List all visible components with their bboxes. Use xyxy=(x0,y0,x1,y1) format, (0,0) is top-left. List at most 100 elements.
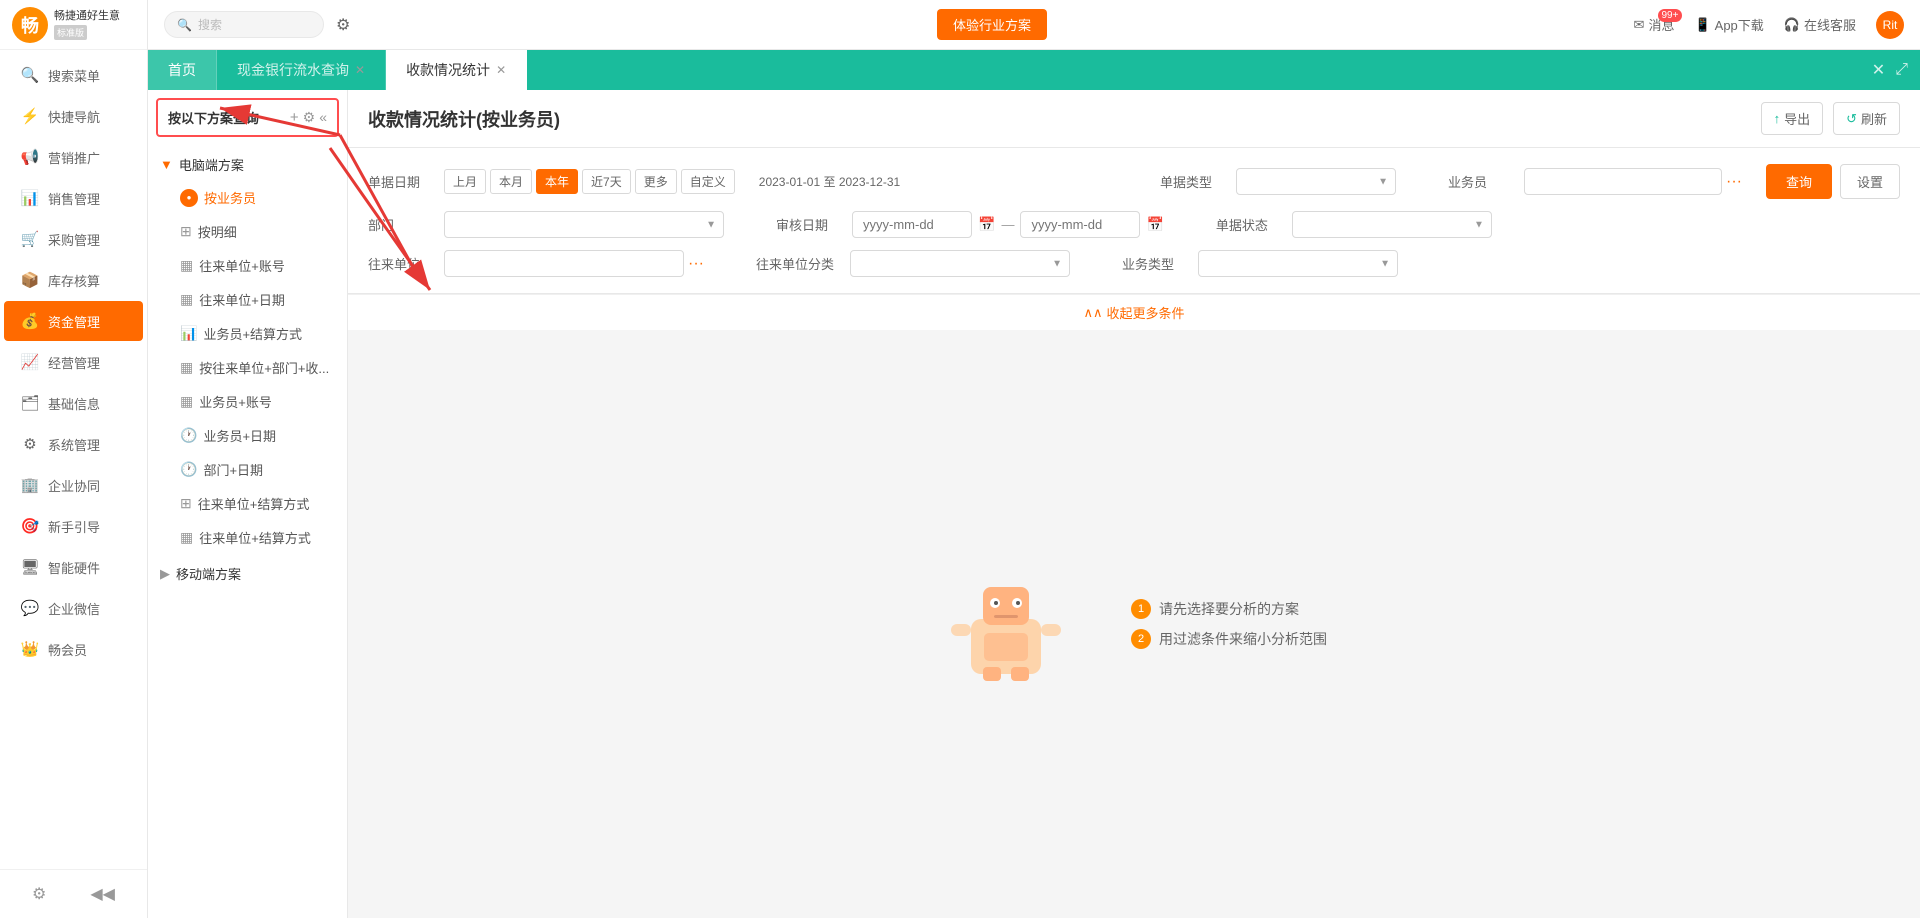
tab-close-btn[interactable]: ✕ xyxy=(1872,60,1885,80)
panel-add-btn[interactable]: + xyxy=(290,109,299,126)
tab-home[interactable]: 首页 xyxy=(148,50,217,90)
tip-item-2: 2 用过滤条件来缩小分析范围 xyxy=(1131,629,1327,649)
sidebar-settings-btn[interactable]: ⚙ xyxy=(28,880,50,908)
counterpart-class-select[interactable] xyxy=(850,250,1070,277)
panel-collapse-btn[interactable]: « xyxy=(319,109,327,126)
salesperson-settlement-icon: 📊 xyxy=(180,325,197,342)
tree-category-label: 电脑端方案 xyxy=(179,155,244,174)
tree-item-salesperson-date[interactable]: 🕐 业务员+日期 xyxy=(152,419,343,452)
tree-item-salesperson-account-label: 业务员+账号 xyxy=(199,392,272,411)
sidebar-item-basic[interactable]: 🗂 基础信息 xyxy=(4,383,143,423)
filter-row-date: 单据日期 上月 本月 本年 近7天 更多 自定义 2023-01-01 至 20… xyxy=(368,164,1900,199)
sidebar-item-hardware[interactable]: 🖥 智能硬件 xyxy=(4,547,143,587)
member-icon: 👑 xyxy=(20,639,40,659)
doc-status-select[interactable] xyxy=(1292,211,1492,238)
panel-header-box: 按以下方案查询 + ⚙ « xyxy=(156,98,339,137)
sidebar-item-finance[interactable]: 💰 资金管理 xyxy=(4,301,143,341)
date-btn-thisyear[interactable]: 本年 xyxy=(536,169,578,194)
date-btn-more[interactable]: 更多 xyxy=(635,169,677,194)
sales-icon: 📊 xyxy=(20,188,40,208)
messages-btn[interactable]: ✉ 消息 99+ xyxy=(1634,15,1675,34)
online-service-btn[interactable]: 🎧 在线客服 xyxy=(1784,15,1856,34)
tree-item-dept-date[interactable]: 🕐 部门+日期 xyxy=(152,453,343,486)
counterpart-more-icon[interactable]: ··· xyxy=(688,255,704,273)
dept-date-icon: 🕐 xyxy=(180,461,197,478)
review-date-end[interactable] xyxy=(1020,211,1140,238)
sidebar-item-system[interactable]: ⚙ 系统管理 xyxy=(4,424,143,464)
finance-icon: 💰 xyxy=(20,311,40,331)
dept-select[interactable] xyxy=(444,211,724,238)
query-btn[interactable]: 查询 xyxy=(1766,164,1832,199)
date-btn-7days[interactable]: 近7天 xyxy=(582,169,631,194)
app-download-btn[interactable]: 📱 App下载 xyxy=(1694,15,1763,34)
tree-item-counterpart-dept[interactable]: ▦ 按往来单位+部门+收... xyxy=(152,351,343,384)
sidebar-item-purchase[interactable]: 🛒 采购管理 xyxy=(4,219,143,259)
tab-home-label: 首页 xyxy=(168,60,196,80)
version-badge: 标准版 xyxy=(54,25,87,40)
tree-item-counterpart-date[interactable]: ▦ 往来单位+日期 xyxy=(152,283,343,316)
tree-category-mobile[interactable]: ▶ 移动端方案 xyxy=(148,558,347,589)
topbar-settings-icon[interactable]: ⚙ xyxy=(336,15,350,35)
date-btn-custom[interactable]: 自定义 xyxy=(681,169,735,194)
review-date-label: 审核日期 xyxy=(776,215,836,234)
page-content: 按以下方案查询 + ⚙ « ▼ 电脑端方案 ● 按业务员 xyxy=(148,90,1920,918)
sidebar-toggle-btn[interactable]: ◀◀ xyxy=(86,880,119,908)
sidebar-item-marketing[interactable]: 📢 营销推广 xyxy=(4,137,143,177)
calendar-icon-1[interactable]: 📅 xyxy=(978,216,995,233)
tree-item-salesperson-settlement[interactable]: 📊 业务员+结算方式 xyxy=(152,317,343,350)
calendar-icon-2[interactable]: 📅 xyxy=(1146,216,1163,233)
tab-bank-close[interactable]: ✕ xyxy=(355,63,365,77)
sidebar-item-wechat[interactable]: 💬 企业微信 xyxy=(4,588,143,628)
date-btn-thismonth[interactable]: 本月 xyxy=(490,169,532,194)
tip-item-1: 1 请先选择要分析的方案 xyxy=(1131,599,1327,619)
biz-type-select[interactable] xyxy=(1198,250,1398,277)
tab-bank[interactable]: 现金银行流水查询 ✕ xyxy=(217,50,386,90)
salesperson-input[interactable] xyxy=(1524,168,1722,195)
sidebar-item-inventory[interactable]: 📦 库存核算 xyxy=(4,260,143,300)
refresh-btn[interactable]: ↺ 刷新 xyxy=(1833,102,1900,135)
salesperson-more-icon[interactable]: ··· xyxy=(1726,173,1742,191)
empty-tips: 1 请先选择要分析的方案 2 用过滤条件来缩小分析范围 xyxy=(1131,599,1327,649)
tree-category-desktop[interactable]: ▼ 电脑端方案 xyxy=(148,149,347,180)
date-separator: — xyxy=(1001,217,1014,232)
tree-item-counterpart-account[interactable]: ▦ 往来单位+账号 xyxy=(152,249,343,282)
doc-type-select[interactable] xyxy=(1236,168,1396,195)
topbar-search[interactable]: 🔍 搜索 xyxy=(164,11,324,38)
system-icon: ⚙ xyxy=(20,434,40,454)
settings-btn[interactable]: 设置 xyxy=(1840,164,1900,199)
sidebar-item-purchase-label: 采购管理 xyxy=(48,230,100,249)
tab-collection[interactable]: 收款情况统计 ✕ xyxy=(386,50,527,90)
counterpart-input[interactable] xyxy=(444,250,684,277)
sidebar-item-operation[interactable]: 📈 经营管理 xyxy=(4,342,143,382)
review-date-start[interactable] xyxy=(852,211,972,238)
sidebar-item-corp[interactable]: 🏢 企业协同 xyxy=(4,465,143,505)
sidebar-item-guide[interactable]: 🎯 新手引导 xyxy=(4,506,143,546)
tree-item-counterpart-settlement1[interactable]: ⊞ 往来单位+结算方式 xyxy=(152,487,343,520)
guide-icon: 🎯 xyxy=(20,516,40,536)
search-icon: 🔍 xyxy=(20,65,40,85)
tree-item-salesperson-account[interactable]: ▦ 业务员+账号 xyxy=(152,385,343,418)
export-btn[interactable]: ↑ 导出 xyxy=(1761,102,1824,135)
sidebar-item-member[interactable]: 👑 畅会员 xyxy=(4,629,143,669)
tree-item-counterpart-settlement2[interactable]: ▦ 往来单位+结算方式 xyxy=(152,521,343,554)
sidebar-item-quicknav[interactable]: ⚡ 快捷导航 xyxy=(4,96,143,136)
tree-item-counterpart-settlement1-label: 往来单位+结算方式 xyxy=(198,494,310,513)
collapse-bar[interactable]: ∧∧ 收起更多条件 xyxy=(348,294,1920,330)
date-btn-lastmonth[interactable]: 上月 xyxy=(444,169,486,194)
user-avatar[interactable]: Rit xyxy=(1876,11,1904,39)
trial-btn[interactable]: 体验行业方案 xyxy=(937,9,1047,40)
date-range-display: 2023-01-01 至 2023-12-31 xyxy=(759,173,900,190)
messages-badge: 99+ xyxy=(1658,9,1683,22)
sidebar-item-search[interactable]: 🔍 搜索菜单 xyxy=(4,55,143,95)
header-actions: ↑ 导出 ↺ 刷新 xyxy=(1761,102,1900,135)
sidebar-item-sales[interactable]: 📊 销售管理 xyxy=(4,178,143,218)
tab-maximize-btn[interactable]: ⤢ xyxy=(1895,61,1908,79)
tab-collection-close[interactable]: ✕ xyxy=(496,63,506,77)
tree-item-salesperson[interactable]: ● 按业务员 xyxy=(152,181,343,214)
panel-settings-btn[interactable]: ⚙ xyxy=(303,109,316,126)
counterpart-class-select-wrapper xyxy=(850,250,1070,277)
right-panel: 收款情况统计(按业务员) ↑ 导出 ↺ 刷新 单据日期 xyxy=(348,90,1920,918)
basic-icon: 🗂 xyxy=(20,393,40,413)
tree-item-detail[interactable]: ⊞ 按明细 xyxy=(152,215,343,248)
doc-type-label: 单据类型 xyxy=(1160,172,1220,191)
